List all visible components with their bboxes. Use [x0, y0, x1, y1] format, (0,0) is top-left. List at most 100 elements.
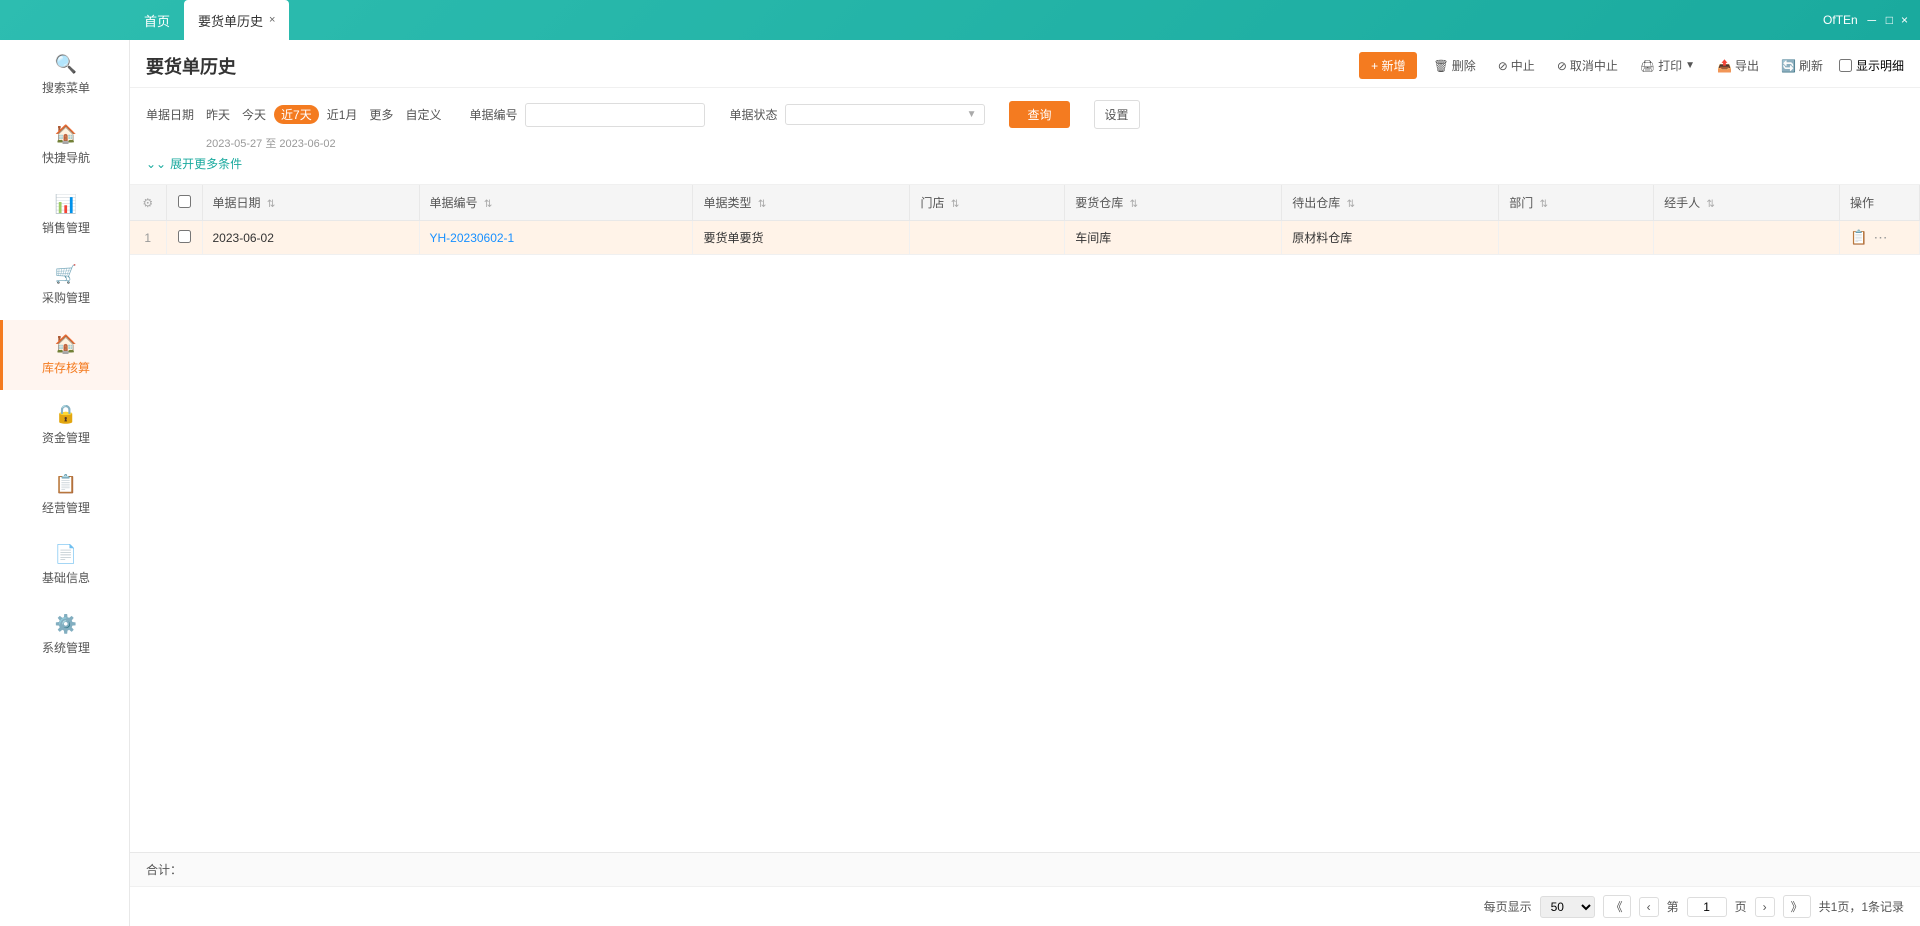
stop-icon: ⊘ — [1498, 59, 1508, 73]
refresh-icon: 🔄 — [1781, 59, 1796, 73]
refresh-button[interactable]: 🔄 刷新 — [1775, 54, 1829, 77]
delete-icon: 🗑 — [1433, 59, 1448, 73]
row-date: 2023-06-02 — [202, 221, 419, 255]
page-header: 要货单历史 + 新增 🗑 删除 ⊘ 中止 ⊘ 取消中止 🖨 打印 — [130, 40, 1920, 88]
export-button[interactable]: 📤 导出 — [1711, 54, 1765, 77]
footer-totals: 合计： — [130, 852, 1920, 886]
sidebar-item-system[interactable]: ⚙️ 系统管理 — [0, 600, 129, 670]
col-settings[interactable]: ⚙ — [130, 185, 166, 221]
sidebar-item-inventory[interactable]: 🏠 库存核算 — [0, 320, 129, 390]
sidebar-item-sales[interactable]: 📊 销售管理 — [0, 180, 129, 250]
sidebar-item-base-info[interactable]: 📄 基础信息 — [0, 530, 129, 600]
show-detail-checkbox[interactable] — [1839, 59, 1852, 72]
sort-dept-icon[interactable]: ⇅ — [1540, 199, 1548, 210]
sidebar: 🔍 搜索菜单 🏠 快捷导航 📊 销售管理 🛒 采购管理 🏠 库存核算 🔒 资金管… — [0, 40, 130, 926]
sort-doctype-icon[interactable]: ⇅ — [758, 199, 766, 210]
col-doc-type: 单据类型 ⇅ — [693, 185, 910, 221]
sidebar-item-operation[interactable]: 📋 经营管理 — [0, 460, 129, 530]
sidebar-item-finance[interactable]: 🔒 资金管理 — [0, 390, 129, 460]
sort-reqwh-icon[interactable]: ⇅ — [1130, 199, 1138, 210]
page-title: 要货单历史 — [146, 53, 236, 79]
first-page-btn[interactable]: 《 — [1603, 895, 1631, 918]
prev-page-btn[interactable]: ‹ — [1639, 897, 1659, 917]
select-all-checkbox[interactable] — [178, 195, 191, 208]
window-close-btn[interactable]: × — [1901, 13, 1908, 27]
sidebar-item-label: 资金管理 — [42, 429, 90, 446]
query-button[interactable]: 查询 — [1009, 101, 1069, 128]
row-doc-no: YH-20230602-1 — [419, 221, 693, 255]
sales-icon: 📊 — [55, 194, 77, 215]
print-button[interactable]: 🖨 打印 ▼ — [1634, 54, 1701, 77]
doc-no-label: 单据编号 — [469, 106, 517, 123]
page-size-select[interactable]: 50 100 200 — [1540, 896, 1595, 918]
row-edit-icon[interactable]: 📋 — [1850, 229, 1867, 246]
toolbar: + 新增 🗑 删除 ⊘ 中止 ⊘ 取消中止 🖨 打印 ▼ — [1359, 52, 1904, 79]
sidebar-item-purchase[interactable]: 🛒 采购管理 — [0, 250, 129, 320]
status-select[interactable]: ▼ — [785, 104, 985, 125]
table-container: ⚙ 单据日期 ⇅ 单据编号 ⇅ — [130, 185, 1920, 852]
sidebar-item-label: 搜索菜单 — [42, 79, 90, 96]
row-store — [910, 221, 1065, 255]
sort-store-icon[interactable]: ⇅ — [951, 199, 959, 210]
show-detail-label[interactable]: 显示明细 — [1839, 57, 1904, 74]
pagination: 每页显示 50 100 200 《 ‹ 第 页 › 》 共1页，1条记录 — [130, 886, 1920, 926]
sidebar-item-search-menu[interactable]: 🔍 搜索菜单 — [0, 40, 129, 110]
data-table: ⚙ 单据日期 ⇅ 单据编号 ⇅ — [130, 185, 1920, 255]
next-page-btn[interactable]: › — [1755, 897, 1775, 917]
search-menu-icon: 🔍 — [55, 54, 77, 75]
print-icon: 🖨 — [1640, 59, 1655, 73]
maximize-btn[interactable]: □ — [1886, 13, 1893, 27]
filter-row-1: 单据日期 昨天 今天 近7天 近1月 更多 自定义 单据编号 — [146, 100, 1904, 129]
inventory-icon: 🏠 — [55, 334, 77, 355]
col-checkbox — [166, 185, 202, 221]
sort-pendwh-icon[interactable]: ⇅ — [1347, 199, 1355, 210]
sidebar-item-label: 销售管理 — [42, 219, 90, 236]
stop-button[interactable]: ⊘ 中止 — [1492, 54, 1541, 77]
delete-button[interactable]: 🗑 删除 — [1427, 54, 1481, 77]
tab-active[interactable]: 要货单历史 × — [184, 0, 289, 40]
total-info: 共1页，1条记录 — [1819, 898, 1904, 915]
export-icon: 📤 — [1717, 59, 1732, 73]
new-button[interactable]: + 新增 — [1359, 52, 1417, 79]
col-pending-warehouse: 待出仓库 ⇅ — [1282, 185, 1499, 221]
sidebar-item-label: 采购管理 — [42, 289, 90, 306]
row-more-icon[interactable]: ⋯ — [1873, 229, 1887, 246]
status-dropdown-icon: ▼ — [967, 109, 977, 120]
page-size-label: 每页显示 — [1484, 898, 1532, 915]
sidebar-item-label: 库存核算 — [42, 359, 90, 376]
quick-nav-icon: 🏠 — [55, 124, 77, 145]
row-checkbox-cell — [166, 221, 202, 255]
row-pending-warehouse: 原材料仓库 — [1282, 221, 1499, 255]
table-header-row: ⚙ 单据日期 ⇅ 单据编号 ⇅ — [130, 185, 1920, 221]
column-settings-icon[interactable]: ⚙ — [142, 196, 153, 210]
last-page-btn[interactable]: 》 — [1783, 895, 1811, 918]
cancel-stop-button[interactable]: ⊘ 取消中止 — [1551, 54, 1624, 77]
row-checkbox[interactable] — [178, 230, 191, 243]
page-input[interactable] — [1687, 897, 1727, 917]
settings-button[interactable]: 设置 — [1094, 100, 1140, 129]
sidebar-item-label: 基础信息 — [42, 569, 90, 586]
tab-home[interactable]: 首页 — [130, 0, 184, 40]
row-actions: 📋 ⋯ — [1840, 221, 1920, 255]
shortcut-today[interactable]: 今天 — [238, 105, 270, 124]
shortcut-more[interactable]: 更多 — [365, 105, 397, 124]
sort-date-icon[interactable]: ⇅ — [267, 199, 275, 210]
col-dept: 部门 ⇅ — [1499, 185, 1654, 221]
shortcut-custom[interactable]: 自定义 — [401, 105, 445, 124]
sidebar-item-quick-nav[interactable]: 🏠 快捷导航 — [0, 110, 129, 180]
print-dropdown-icon: ▼ — [1685, 60, 1695, 71]
expand-icon: ⌄⌄ — [146, 157, 166, 171]
col-action: 操作 — [1840, 185, 1920, 221]
status-filter-group: 单据状态 ▼ — [729, 104, 985, 125]
tab-close-icon[interactable]: × — [269, 14, 275, 26]
shortcut-1month[interactable]: 近1月 — [323, 105, 362, 124]
expand-conditions-btn[interactable]: ⌄⌄ 展开更多条件 — [146, 155, 1904, 172]
shortcut-7days[interactable]: 近7天 — [274, 105, 319, 124]
sort-handler-icon[interactable]: ⇅ — [1706, 199, 1714, 210]
doc-no-link[interactable]: YH-20230602-1 — [430, 231, 515, 245]
shortcut-yesterday[interactable]: 昨天 — [202, 105, 234, 124]
doc-no-input[interactable] — [525, 103, 705, 127]
minimize-btn[interactable]: － — [1866, 12, 1878, 29]
status-label: 单据状态 — [729, 106, 777, 123]
sort-docno-icon[interactable]: ⇅ — [484, 199, 492, 210]
